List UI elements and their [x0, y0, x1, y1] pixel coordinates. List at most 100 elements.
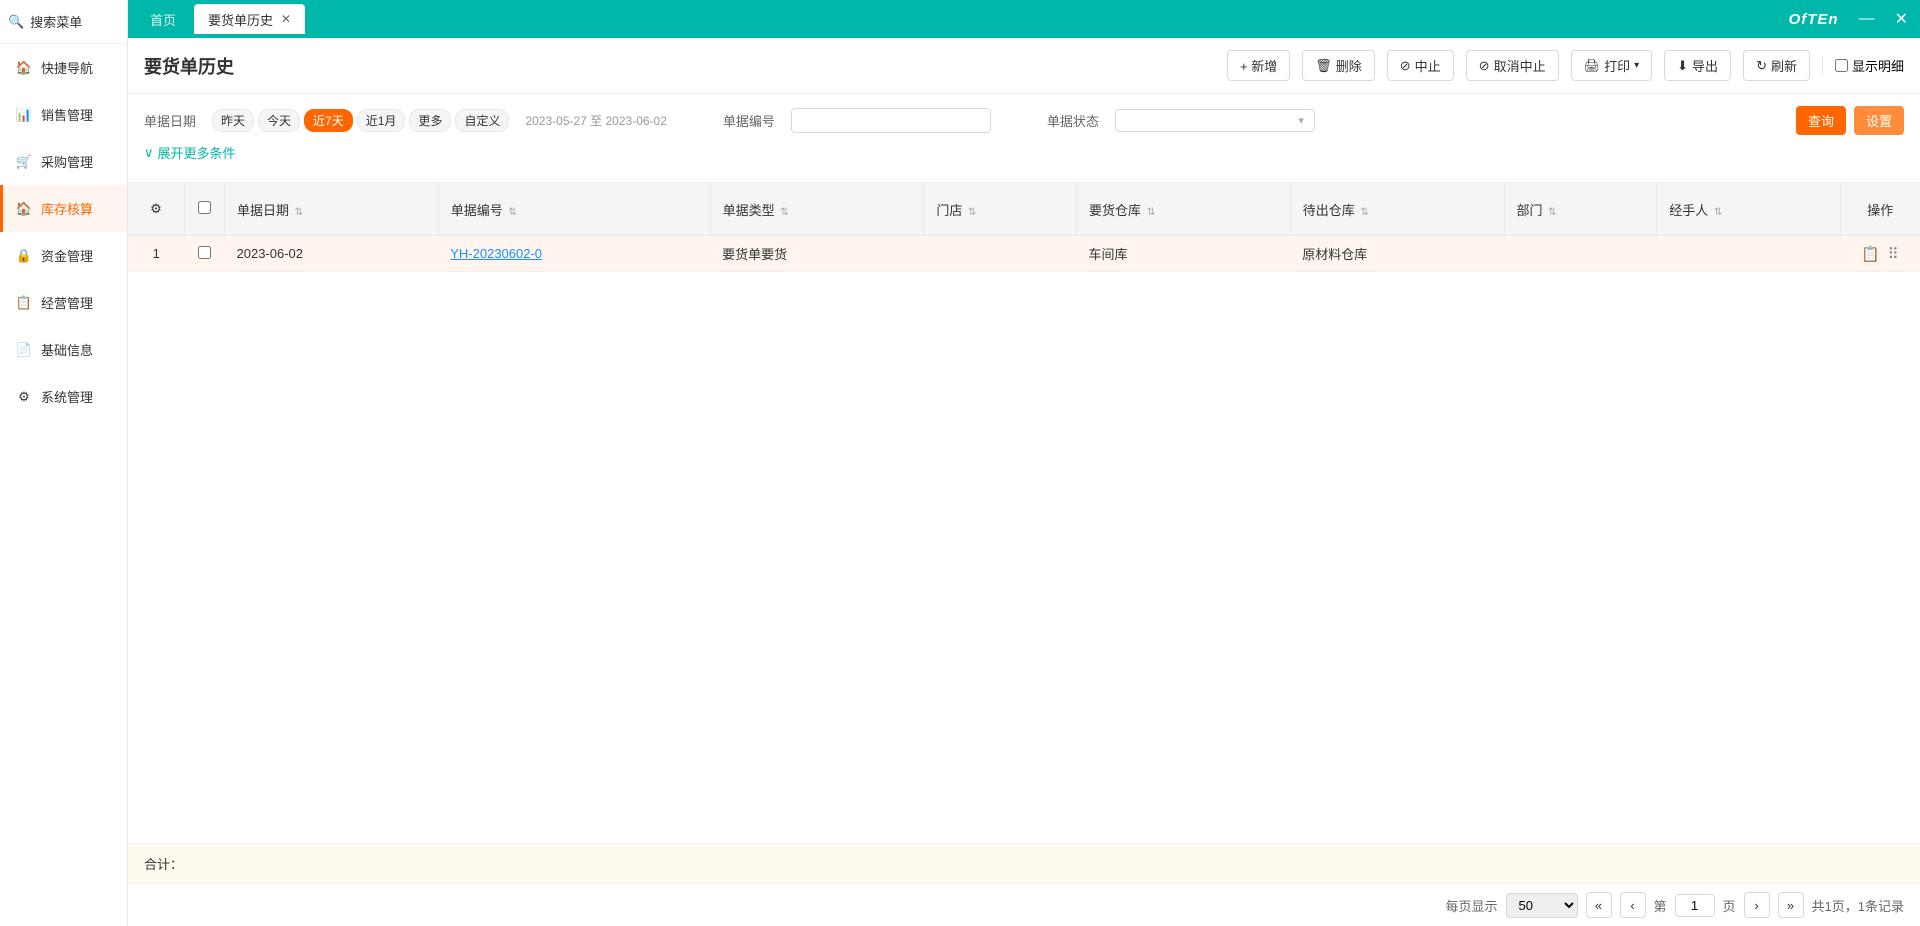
cancel-stop-button[interactable]: ⊘ 取消中止 [1466, 50, 1559, 81]
table-row: 1 2023-06-02 YH-20230602-0 要货单要货 车间库 原材料… [128, 236, 1920, 272]
date-btn-today[interactable]: 今天 [258, 109, 300, 132]
pagination-bar: 每页显示 10 20 50 100 « ‹ 第 页 › » 共1页，1条记录 [128, 883, 1920, 926]
tab-requisition-history[interactable]: 要货单历史 ✕ [194, 4, 305, 34]
sidebar-item-system[interactable]: ⚙ 系统管理 [0, 373, 127, 420]
sidebar-item-quick-nav[interactable]: 🏠 快捷导航 [0, 44, 127, 91]
refresh-button[interactable]: ↻ 刷新 [1743, 50, 1810, 81]
display-detail-checkbox-wrapper[interactable]: 显示明细 [1835, 56, 1904, 75]
new-button[interactable]: + 新增 [1227, 50, 1290, 81]
row-edit-icon[interactable]: 📋 [1861, 246, 1880, 263]
delete-button[interactable]: 🗑 删除 [1302, 50, 1375, 81]
row-check[interactable] [185, 236, 225, 272]
home-icon: 🏠 [15, 59, 33, 77]
inventory-icon: 🏠 [15, 200, 33, 218]
sidebar-item-label: 销售管理 [41, 105, 93, 124]
sort-icon-doctype[interactable]: ⇅ [780, 207, 788, 218]
display-detail-checkbox[interactable] [1835, 59, 1848, 72]
close-button[interactable]: ✕ [1891, 9, 1912, 29]
filter-area: 单据日期 昨天 今天 近7天 近1月 更多 自定义 2023-05-27 至 2… [128, 94, 1920, 183]
stop-icon: ⊘ [1400, 58, 1411, 74]
select-all-checkbox[interactable] [198, 201, 211, 214]
th-gear: ⚙ [128, 183, 185, 236]
doc-no-input[interactable] [791, 108, 991, 133]
date-btn-more[interactable]: 更多 [409, 109, 451, 132]
expand-filter-button[interactable]: ∨ 展开更多条件 [144, 143, 236, 162]
table-body: 1 2023-06-02 YH-20230602-0 要货单要货 车间库 原材料… [128, 236, 1920, 272]
th-doc-type: 单据类型 ⇅ [710, 183, 924, 236]
doc-no-filter-label: 单据编号 [723, 111, 775, 130]
tab-close-icon[interactable]: ✕ [281, 12, 291, 26]
sidebar-item-label: 采购管理 [41, 152, 93, 171]
th-req-warehouse: 要货仓库 ⇅ [1077, 183, 1291, 236]
date-filter-label: 单据日期 [144, 111, 196, 130]
row-doc-type: 要货单要货 [710, 236, 924, 272]
date-btn-custom[interactable]: 自定义 [455, 109, 509, 132]
query-button[interactable]: 查询 [1796, 106, 1846, 135]
sidebar-search-label: 搜索菜单 [30, 12, 82, 31]
export-icon: ⬇ [1677, 58, 1688, 74]
table-container: ⚙ 单据日期 ⇅ 单据编号 ⇅ [128, 183, 1920, 843]
export-button[interactable]: ⬇ 导出 [1664, 50, 1731, 81]
sidebar-item-finance[interactable]: 🔒 资金管理 [0, 232, 127, 279]
minimize-button[interactable]: — [1855, 10, 1879, 28]
last-page-button[interactable]: » [1778, 892, 1804, 918]
search-icon: 🔍 [8, 14, 24, 30]
prev-page-button[interactable]: ‹ [1620, 892, 1646, 918]
row-handler [1657, 236, 1840, 272]
sidebar-item-inventory[interactable]: 🏠 库存核算 [0, 185, 127, 232]
print-button[interactable]: 🖨 打印 ▾ [1571, 50, 1653, 81]
sidebar-item-label: 系统管理 [41, 387, 93, 406]
summary-label: 合计： [144, 857, 183, 872]
status-select[interactable]: ▾ [1115, 109, 1315, 132]
sidebar-item-operation[interactable]: 📋 经营管理 [0, 279, 127, 326]
date-range-display: 2023-05-27 至 2023-06-02 [525, 112, 666, 129]
row-store [924, 236, 1077, 272]
tab-home-label: 首页 [150, 10, 176, 29]
sort-icon-dept[interactable]: ⇅ [1548, 207, 1556, 218]
first-page-button[interactable]: « [1586, 892, 1612, 918]
brand-logo: OfTEn [1785, 11, 1843, 28]
th-pending-warehouse: 待出仓库 ⇅ [1290, 183, 1504, 236]
sort-icon-docno[interactable]: ⇅ [508, 207, 516, 218]
cart-icon: 🛒 [15, 153, 33, 171]
sort-icon-pendingwh[interactable]: ⇅ [1360, 207, 1368, 218]
settings-button[interactable]: 设置 [1854, 106, 1904, 135]
sort-icon-store[interactable]: ⇅ [968, 207, 976, 218]
stop-button[interactable]: ⊘ 中止 [1387, 50, 1454, 81]
sidebar-search[interactable]: 🔍 搜索菜单 [0, 0, 127, 44]
sort-icon-reqwh[interactable]: ⇅ [1147, 207, 1155, 218]
th-store: 门店 ⇅ [924, 183, 1077, 236]
sidebar: 🔍 搜索菜单 🏠 快捷导航 📊 销售管理 🛒 采购管理 🏠 库存核算 🔒 资金管… [0, 0, 128, 926]
row-checkbox[interactable] [198, 246, 211, 259]
row-dept [1504, 236, 1657, 272]
next-page-button[interactable]: › [1744, 892, 1770, 918]
table-settings-icon[interactable]: ⚙ [140, 193, 172, 225]
filter-row-2: ∨ 展开更多条件 [144, 143, 1904, 162]
row-pending-warehouse: 原材料仓库 [1290, 236, 1504, 272]
filter-row-1: 单据日期 昨天 今天 近7天 近1月 更多 自定义 2023-05-27 至 2… [144, 106, 1904, 135]
tab-home[interactable]: 首页 [136, 4, 190, 34]
date-btn-yesterday[interactable]: 昨天 [212, 109, 254, 132]
sidebar-item-purchase[interactable]: 🛒 采购管理 [0, 138, 127, 185]
th-dept: 部门 ⇅ [1504, 183, 1657, 236]
refresh-icon: ↻ [1756, 58, 1767, 74]
sidebar-item-basic[interactable]: 📄 基础信息 [0, 326, 127, 373]
toolbar: + 新增 🗑 删除 ⊘ 中止 ⊘ 取消中止 🖨 打印 ▾ [1227, 50, 1904, 81]
page-number-input[interactable] [1675, 894, 1715, 917]
date-btn-7days[interactable]: 近7天 [304, 109, 353, 132]
row-doc-no[interactable]: YH-20230602-0 [438, 236, 710, 272]
row-more-icon[interactable]: ⠿ [1888, 246, 1899, 263]
main-area: 首页 要货单历史 ✕ OfTEn — ✕ 要货单历史 + 新增 🗑 删除 ⊘ [128, 0, 1920, 926]
page-size-select[interactable]: 10 20 50 100 [1506, 893, 1578, 918]
sort-icon-handler[interactable]: ⇅ [1714, 207, 1722, 218]
page-size-label: 每页显示 [1445, 896, 1497, 915]
toolbar-separator [1822, 56, 1823, 76]
tab-bar: 首页 要货单历史 ✕ OfTEn — ✕ [128, 0, 1920, 38]
delete-icon: 🗑 [1315, 58, 1332, 74]
date-btn-1month[interactable]: 近1月 [357, 109, 406, 132]
sidebar-item-sales[interactable]: 📊 销售管理 [0, 91, 127, 138]
doc-no-link[interactable]: YH-20230602-0 [450, 246, 542, 261]
th-handler: 经手人 ⇅ [1657, 183, 1840, 236]
sort-icon-date[interactable]: ⇅ [295, 207, 303, 218]
sidebar-item-label: 资金管理 [41, 246, 93, 265]
